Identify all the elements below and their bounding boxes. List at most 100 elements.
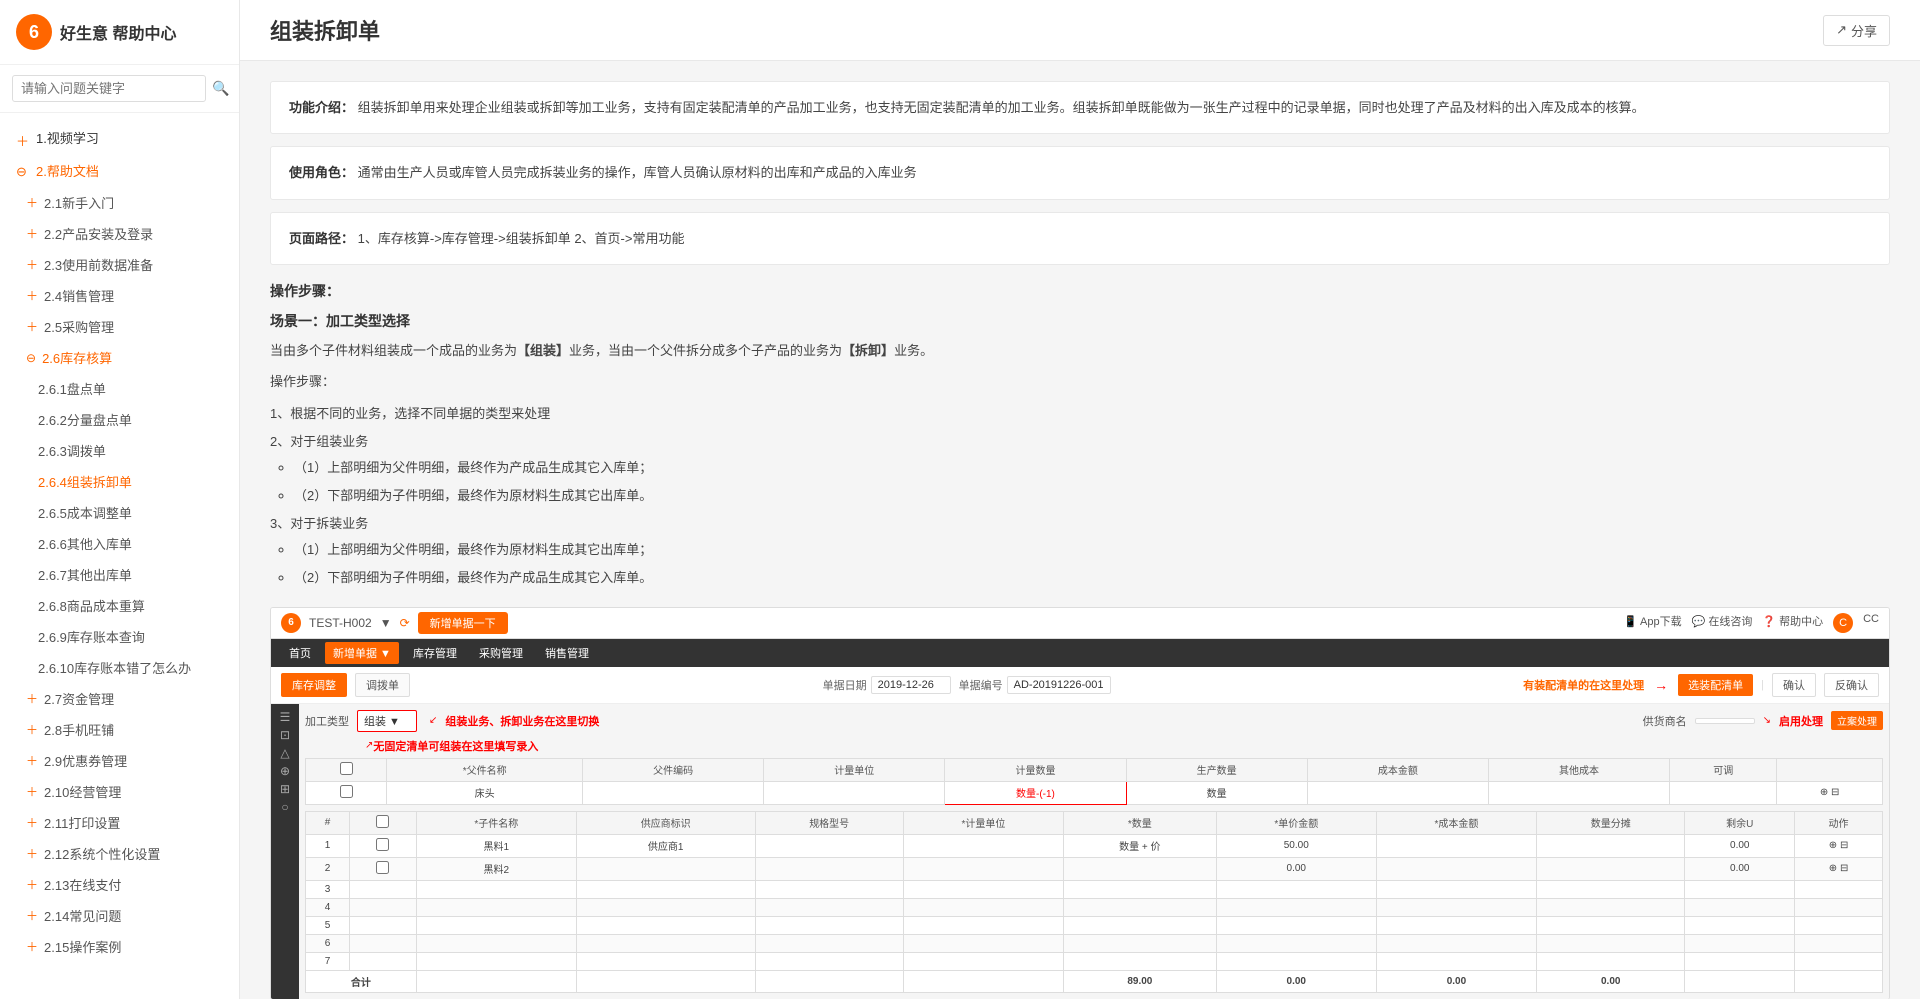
search-icon[interactable]: 🔍 bbox=[212, 80, 229, 97]
ss-panel-icon-2: ⊡ bbox=[280, 728, 290, 742]
ss-th-actions bbox=[1777, 758, 1883, 781]
ss-row-checkbox[interactable] bbox=[340, 785, 353, 798]
ss-nav-home[interactable]: 首页 bbox=[281, 642, 319, 664]
search-input[interactable] bbox=[12, 75, 206, 102]
sidebar-item-assembly[interactable]: 2.6.4组装拆卸单 bbox=[0, 466, 239, 497]
sidebar-item-sales[interactable]: ＋ 2.4销售管理 bbox=[0, 280, 239, 311]
ss-child-qty-2 bbox=[1064, 857, 1217, 880]
ss-child-row-5: 5 bbox=[306, 916, 1883, 934]
nav-section-docs: ⊖ 2.帮助文档 ＋ 2.1新手入门 ＋ 2.2产品安装及登录 ＋ 2.3使用前… bbox=[0, 154, 239, 962]
ss-footer-c3 bbox=[755, 970, 903, 992]
sidebar-item-costadjust[interactable]: 2.6.5成本调整单 bbox=[0, 497, 239, 528]
plus-icon-sm: ＋ bbox=[26, 938, 38, 955]
sidebar-item-payment[interactable]: ＋ 2.13在线支付 bbox=[0, 869, 239, 900]
ss-footer-c7: 0.00 bbox=[1376, 970, 1536, 992]
docs-subitems: ＋ 2.1新手入门 ＋ 2.2产品安装及登录 ＋ 2.3使用前数据准备 ＋ 2.… bbox=[0, 187, 239, 962]
ss-nav-inventory[interactable]: 库存管理 bbox=[405, 642, 465, 664]
sidebar-item-install[interactable]: ＋ 2.2产品安装及登录 bbox=[0, 218, 239, 249]
scene-title: 场景一：加工类型选择 bbox=[270, 311, 1890, 331]
ss-ch-supplier: 供应商标识 bbox=[576, 811, 755, 834]
ss-ch-qty: *数量 bbox=[1064, 811, 1217, 834]
sidebar-item-cases[interactable]: ＋ 2.15操作案例 bbox=[0, 931, 239, 962]
ss-toolbar: 库存调整 调拨单 单据日期 2019-12-26 单据编号 AD-2019122… bbox=[271, 667, 1889, 704]
sidebar-item-otheroutbound[interactable]: 2.6.7其他出库单 bbox=[0, 559, 239, 590]
ss-nav: 首页 新增单据 ▼ 库存管理 采购管理 销售管理 bbox=[271, 639, 1889, 667]
ss-btn-confirm[interactable]: 确认 bbox=[1772, 673, 1816, 697]
ss-parent-code-val bbox=[582, 781, 763, 804]
sidebar-item-transfer[interactable]: 2.6.3调拨单 bbox=[0, 435, 239, 466]
ss-footer-c9 bbox=[1685, 970, 1795, 992]
ss-child-price-2: 0.00 bbox=[1216, 857, 1376, 880]
sidebar-item-stockledger[interactable]: 2.6.9库存账本查询 bbox=[0, 621, 239, 652]
ss-online-help: 💬 在线咨询 bbox=[1692, 613, 1753, 633]
steps-label: 操作步骤： bbox=[270, 370, 1890, 395]
plus-icon-sm: ＋ bbox=[26, 721, 38, 738]
sidebar-item-purchase[interactable]: ＋ 2.5采购管理 bbox=[0, 311, 239, 342]
ss-footer-c6: 0.00 bbox=[1216, 970, 1376, 992]
ss-panel-icon-5: ⊞ bbox=[280, 782, 290, 796]
ss-titlebar: 6 TEST-H002 ▼ ⟳ 新增单据一下 📱 App下载 💬 在线咨询 ❓ … bbox=[271, 608, 1889, 639]
ss-user-name: CC bbox=[1863, 613, 1879, 633]
ss-footer-c5: 89.00 bbox=[1064, 970, 1217, 992]
ss-ch-price: *单价金额 bbox=[1216, 811, 1376, 834]
sidebar-item-settings[interactable]: ＋ 2.12系统个性化设置 bbox=[0, 838, 239, 869]
sidebar-item-partialtake[interactable]: 2.6.2分量盘点单 bbox=[0, 404, 239, 435]
steps-list: 1、根据不同的业务，选择不同单据的类型来处理 2、对于组装业务 （1）上部明细为… bbox=[270, 401, 1890, 591]
plus-icon-sm: ＋ bbox=[26, 690, 38, 707]
ss-child-remain-1: 0.00 bbox=[1685, 834, 1795, 857]
sidebar-item-otherinbound[interactable]: 2.6.6其他入库单 bbox=[0, 528, 239, 559]
intro-content: 组装拆卸单用来处理企业组装或拆卸等加工业务，支持有固定装配清单的产品加工业务，也… bbox=[358, 100, 1645, 115]
sidebar-item-faq[interactable]: ＋ 2.14常见问题 bbox=[0, 900, 239, 931]
ss-child-row-1: 1 黑料1 供应商1 数量 + 价 50.00 bbox=[306, 834, 1883, 857]
ss-ch-name: *子件名称 bbox=[416, 811, 576, 834]
sidebar-item-dataprep[interactable]: ＋ 2.3使用前数据准备 bbox=[0, 249, 239, 280]
sidebar-item-docs[interactable]: ⊖ 2.帮助文档 bbox=[0, 154, 239, 187]
ss-child-checkbox-1[interactable] bbox=[376, 838, 389, 851]
ss-titlebar-left: 6 TEST-H002 ▼ ⟳ 新增单据一下 bbox=[281, 612, 508, 634]
ss-child-cost-1 bbox=[1376, 834, 1536, 857]
ss-child-check-2 bbox=[350, 857, 417, 880]
ss-nav-purchase[interactable]: 采购管理 bbox=[471, 642, 531, 664]
sidebar-item-video[interactable]: ＋ 1.视频学习 bbox=[0, 121, 239, 154]
ss-child-footer: 合计 89.00 0.00 0.00 0.00 bbox=[306, 970, 1883, 992]
ss-th-prodqty: 生产数量 bbox=[1126, 758, 1307, 781]
ss-nav-sales[interactable]: 销售管理 bbox=[537, 642, 597, 664]
ss-ch-spec: 规格型号 bbox=[755, 811, 903, 834]
sidebar-item-stocktake[interactable]: 2.6.1盘点单 bbox=[0, 373, 239, 404]
ss-help-center: ❓ 帮助中心 bbox=[1762, 613, 1823, 633]
sidebar-item-coupon[interactable]: ＋ 2.9优惠券管理 bbox=[0, 745, 239, 776]
sidebar-item-stockerror[interactable]: 2.6.10库存账本错了怎么办 bbox=[0, 652, 239, 683]
sidebar-item-inventory[interactable]: ⊖ 2.6库存核算 bbox=[0, 342, 239, 373]
ss-footer-c4 bbox=[903, 970, 1063, 992]
content-area: 功能介绍： 组装拆卸单用来处理企业组装或拆卸等加工业务，支持有固定装配清单的产品… bbox=[240, 61, 1920, 999]
ss-app-download: 📱 App下载 bbox=[1624, 613, 1682, 633]
ss-child-checkbox-2[interactable] bbox=[376, 861, 389, 874]
sidebar-item-costrecompute[interactable]: 2.6.8商品成本重算 bbox=[0, 590, 239, 621]
ss-tab-inventory[interactable]: 库存调整 bbox=[281, 673, 347, 697]
ss-type-select[interactable]: 组装 ▼ bbox=[357, 710, 417, 732]
sidebar-item-ops[interactable]: ＋ 2.10经营管理 bbox=[0, 776, 239, 807]
ss-btn-reconfirm[interactable]: 反确认 bbox=[1824, 673, 1879, 697]
ss-ch-checkbox[interactable] bbox=[376, 815, 389, 828]
share-button[interactable]: ↗ 分享 bbox=[1823, 15, 1890, 46]
ss-nav-newdoc[interactable]: 新增单据 ▼ bbox=[325, 642, 399, 664]
nav-list: ＋ 1.视频学习 ⊖ 2.帮助文档 ＋ 2.1新手入门 ＋ 2.2产品安装及登录 bbox=[0, 113, 239, 999]
ss-tab-transfer[interactable]: 调拨单 bbox=[355, 673, 410, 697]
ss-btn-case[interactable]: 立案处理 bbox=[1831, 711, 1883, 730]
ss-annotation3: 无固定清单可组装在这里填写录入 bbox=[373, 738, 538, 754]
ss-supplier-input[interactable] bbox=[1695, 718, 1755, 724]
sidebar-item-finance[interactable]: ＋ 2.7资金管理 bbox=[0, 683, 239, 714]
ss-btn-select-assembly[interactable]: 选装配清单 bbox=[1678, 674, 1753, 696]
sidebar-item-mobile[interactable]: ＋ 2.8手机旺铺 bbox=[0, 714, 239, 745]
ss-th-checkbox[interactable] bbox=[340, 762, 353, 775]
logo-title: 好生意 帮助中心 bbox=[60, 20, 176, 44]
role-content: 通常由生产人员或库管人员完成拆装业务的操作，库管人员确认原材料的出库和产成品的入… bbox=[358, 165, 917, 180]
ss-new-doc-btn[interactable]: 新增单据一下 bbox=[418, 612, 508, 634]
share-icon: ↗ bbox=[1836, 22, 1847, 38]
sidebar-item-newuser[interactable]: ＋ 2.1新手入门 bbox=[0, 187, 239, 218]
step-2-sub: （1）上部明细为父件明细，最终作为产成品生成其它入库单； （2）下部明细为子件明… bbox=[270, 455, 1890, 509]
ss-arrow-right: → bbox=[1654, 677, 1668, 693]
ss-divider: | bbox=[1761, 679, 1764, 691]
sidebar-item-print[interactable]: ＋ 2.11打印设置 bbox=[0, 807, 239, 838]
inventory-subitems: 2.6.1盘点单 2.6.2分量盘点单 2.6.3调拨单 2.6.4组装拆卸单 … bbox=[0, 373, 239, 683]
